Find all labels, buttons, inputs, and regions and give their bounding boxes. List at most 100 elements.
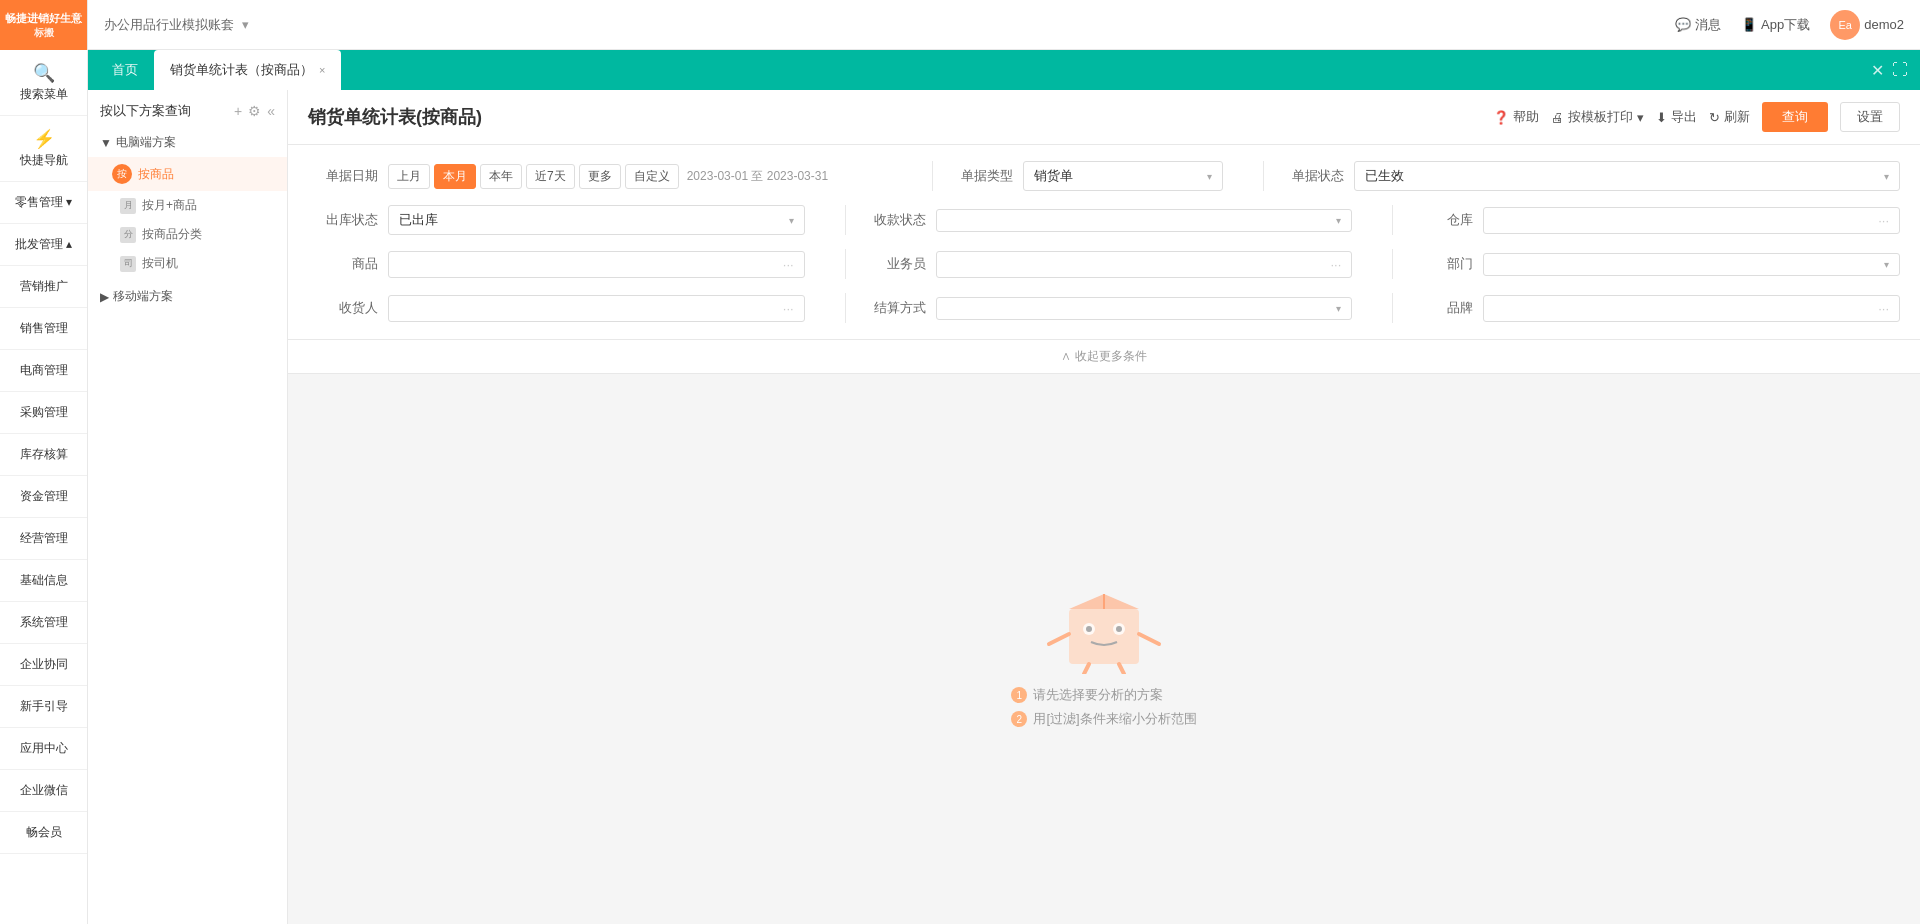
brand-input[interactable]: ··· bbox=[1483, 295, 1900, 322]
member-label: 畅会员 bbox=[0, 824, 87, 841]
date-btn-this-year[interactable]: 本年 bbox=[480, 164, 522, 189]
goods-input[interactable]: ··· bbox=[388, 251, 805, 278]
query-button[interactable]: 查询 bbox=[1762, 102, 1828, 132]
divider-6 bbox=[1392, 249, 1393, 279]
doc-status-value: 已生效 bbox=[1365, 167, 1404, 185]
payment-arrow: ▾ bbox=[1336, 303, 1341, 314]
add-scheme-icon[interactable]: + bbox=[234, 103, 242, 119]
salesperson-label: 业务员 bbox=[866, 255, 936, 273]
print-icon: 🖨 bbox=[1551, 110, 1564, 125]
wechat-label: 企业微信 bbox=[0, 782, 87, 799]
settings-scheme-icon[interactable]: ⚙ bbox=[248, 103, 261, 119]
collapse-more-conditions[interactable]: ∧ 收起更多条件 bbox=[288, 340, 1920, 374]
date-btn-more[interactable]: 更多 bbox=[579, 164, 621, 189]
scheme-item-goods-category[interactable]: 分 按商品分类 bbox=[88, 220, 287, 249]
scheme-item-by-goods[interactable]: 按 按商品 bbox=[88, 157, 287, 191]
sidebar-item-inventory[interactable]: 库存核算 bbox=[0, 434, 87, 476]
user-avatar-area[interactable]: Ea demo2 bbox=[1830, 10, 1904, 40]
warehouse-label: 仓库 bbox=[1413, 211, 1483, 229]
doc-status-select[interactable]: 已生效 ▾ bbox=[1354, 161, 1900, 191]
refresh-label: 刷新 bbox=[1724, 108, 1750, 126]
collapse-panel-icon[interactable]: « bbox=[267, 103, 275, 119]
driver-icon: 司 bbox=[120, 256, 136, 272]
warehouse-input[interactable]: ··· bbox=[1483, 207, 1900, 234]
sidebar-item-basics[interactable]: 基础信息 bbox=[0, 560, 87, 602]
sidebar-item-wechat[interactable]: 企业微信 bbox=[0, 770, 87, 812]
desktop-scheme-label: 电脑端方案 bbox=[116, 134, 176, 151]
mobile-scheme-title[interactable]: ▶ 移动端方案 bbox=[88, 282, 287, 311]
sidebar-item-search[interactable]: 🔍 搜索菜单 bbox=[0, 50, 87, 116]
window-close-icon[interactable]: ✕ bbox=[1871, 61, 1884, 80]
doc-type-label: 单据类型 bbox=[953, 167, 1023, 185]
sidebar-item-retail[interactable]: 零售管理 ▾ bbox=[0, 182, 87, 224]
tab-home[interactable]: 首页 bbox=[96, 50, 154, 90]
breadcrumb-dropdown-icon[interactable]: ▾ bbox=[242, 17, 249, 32]
sidebar-item-wholesale[interactable]: 批发管理 ▴ bbox=[0, 224, 87, 266]
settings-button[interactable]: 设置 bbox=[1840, 102, 1900, 132]
desktop-scheme-title[interactable]: ▼ 电脑端方案 bbox=[88, 128, 287, 157]
doc-type-select[interactable]: 销货单 ▾ bbox=[1023, 161, 1223, 191]
left-panel: 按以下方案查询 + ⚙ « ▼ 电脑端方案 按 按商品 月 bbox=[88, 90, 288, 924]
mobile-scheme-section: ▶ 移动端方案 bbox=[88, 282, 287, 311]
filter-row-1: 单据日期 上月 本月 本年 近7天 更多 自定义 2023-03-01 至 20… bbox=[308, 161, 1900, 191]
svg-line-9 bbox=[1084, 664, 1089, 674]
app-download-button[interactable]: 📱 App下载 bbox=[1741, 16, 1810, 34]
page-title-row: 销货单统计表(按商品) ❓ 帮助 🖨 按模板打印 ▾ ⬇ bbox=[308, 102, 1900, 132]
sidebar-item-sales[interactable]: 销售管理 bbox=[0, 308, 87, 350]
sidebar-item-marketing[interactable]: 营销推广 bbox=[0, 266, 87, 308]
header-right: 💬 消息 📱 App下载 Ea demo2 bbox=[1675, 10, 1904, 40]
filter-row-4: 收货人 ··· 结算方式 ▾ 品牌 ··· bbox=[308, 293, 1900, 323]
logo-line1: 畅捷进销好生意 bbox=[5, 11, 82, 25]
print-dropdown-icon[interactable]: ▾ bbox=[1637, 110, 1644, 125]
help-button[interactable]: ❓ 帮助 bbox=[1493, 108, 1539, 126]
filter-row-3: 商品 ··· 业务员 ··· 部门 ▾ bbox=[308, 249, 1900, 279]
salesperson-input[interactable]: ··· bbox=[936, 251, 1353, 278]
sales-label: 销售管理 bbox=[0, 320, 87, 337]
right-content: 销货单统计表(按商品) ❓ 帮助 🖨 按模板打印 ▾ ⬇ bbox=[288, 90, 1920, 924]
goods-category-label: 按商品分类 bbox=[142, 226, 202, 243]
sidebar-item-member[interactable]: 畅会员 bbox=[0, 812, 87, 854]
message-button[interactable]: 💬 消息 bbox=[1675, 16, 1721, 34]
by-goods-icon: 按 bbox=[112, 164, 132, 184]
refresh-button[interactable]: ↻ 刷新 bbox=[1709, 108, 1750, 126]
sidebar-item-quicknav[interactable]: ⚡ 快捷导航 bbox=[0, 116, 87, 182]
svg-line-8 bbox=[1139, 634, 1159, 644]
window-maximize-icon[interactable]: ⛶ bbox=[1892, 61, 1908, 79]
filter-row-2: 出库状态 已出库 ▾ 收款状态 ▾ 仓库 ··· bbox=[308, 205, 1900, 235]
export-button[interactable]: ⬇ 导出 bbox=[1656, 108, 1697, 126]
sidebar-item-system[interactable]: 系统管理 bbox=[0, 602, 87, 644]
consignee-input[interactable]: ··· bbox=[388, 295, 805, 322]
sidebar-item-finance[interactable]: 资金管理 bbox=[0, 476, 87, 518]
sidebar-item-ecommerce[interactable]: 电商管理 bbox=[0, 350, 87, 392]
tab-close-icon[interactable]: × bbox=[319, 64, 325, 76]
scheme-item-month-goods[interactable]: 月 按月+商品 bbox=[88, 191, 287, 220]
sidebar-item-appcenter[interactable]: 应用中心 bbox=[0, 728, 87, 770]
brand-label: 品牌 bbox=[1413, 299, 1483, 317]
sidebar-item-newguide[interactable]: 新手引导 bbox=[0, 686, 87, 728]
dept-select[interactable]: ▾ bbox=[1483, 253, 1900, 276]
date-btn-7days[interactable]: 近7天 bbox=[526, 164, 575, 189]
svg-point-6 bbox=[1116, 626, 1122, 632]
receipt-status-select[interactable]: ▾ bbox=[936, 209, 1353, 232]
date-btn-last-month[interactable]: 上月 bbox=[388, 164, 430, 189]
sidebar-item-enterprise[interactable]: 企业协同 bbox=[0, 644, 87, 686]
finance-label: 资金管理 bbox=[0, 488, 87, 505]
breadcrumb-text[interactable]: 办公用品行业模拟账套 bbox=[104, 16, 234, 34]
out-status-select[interactable]: 已出库 ▾ bbox=[388, 205, 805, 235]
sidebar-item-operations[interactable]: 经营管理 bbox=[0, 518, 87, 560]
date-btn-this-month[interactable]: 本月 bbox=[434, 164, 476, 189]
dept-arrow: ▾ bbox=[1884, 259, 1889, 270]
tab-sales-report[interactable]: 销货单统计表（按商品） × bbox=[154, 50, 341, 90]
template-print-button[interactable]: 🖨 按模板打印 ▾ bbox=[1551, 108, 1644, 126]
app-logo: 畅捷进销好生意 标搬 bbox=[0, 0, 87, 50]
page-header: 销货单统计表(按商品) ❓ 帮助 🖨 按模板打印 ▾ ⬇ bbox=[288, 90, 1920, 145]
out-status-label: 出库状态 bbox=[308, 211, 388, 229]
window-controls: ✕ ⛶ bbox=[1859, 61, 1920, 80]
date-btn-custom[interactable]: 自定义 bbox=[625, 164, 679, 189]
payment-select[interactable]: ▾ bbox=[936, 297, 1353, 320]
wholesale-label: 批发管理 ▴ bbox=[0, 236, 87, 253]
scheme-item-driver[interactable]: 司 按司机 bbox=[88, 249, 287, 278]
receipt-status-arrow: ▾ bbox=[1336, 215, 1341, 226]
sidebar-item-purchase[interactable]: 采购管理 bbox=[0, 392, 87, 434]
left-panel-icons: + ⚙ « bbox=[234, 103, 275, 119]
